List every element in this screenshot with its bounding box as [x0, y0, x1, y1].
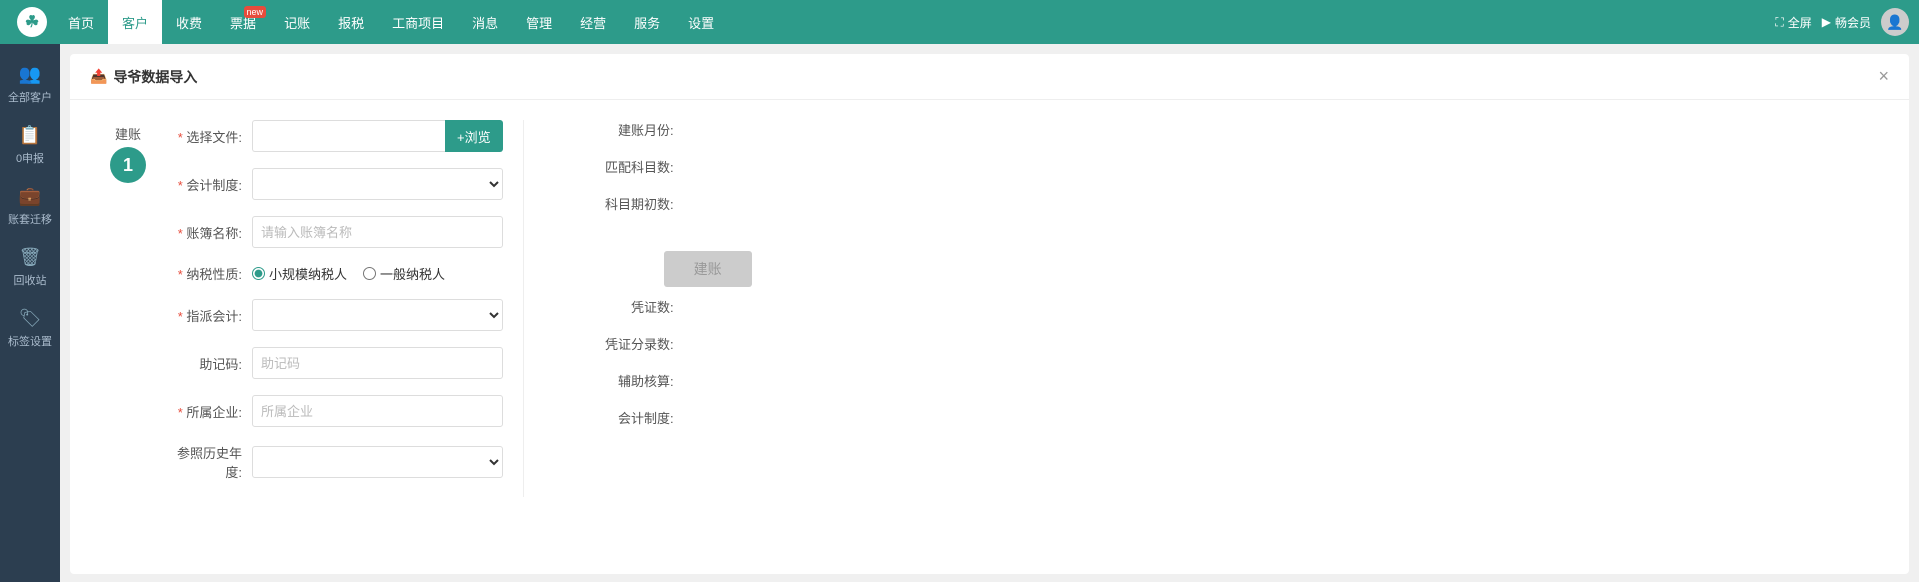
divider: [523, 120, 524, 497]
form-row-accountant: * 指派会计:: [162, 299, 503, 331]
recycle-icon: 🗑: [19, 247, 42, 268]
nav-item-tax[interactable]: 报税: [324, 0, 378, 44]
vip-icon: ▶: [1822, 15, 1831, 29]
sidebar-item-tags[interactable]: 🏷 标签设置: [0, 298, 60, 359]
jianzhang-button[interactable]: 建账: [664, 251, 752, 287]
reference-year-select[interactable]: [252, 446, 503, 478]
info-row-auxiliary: 辅助核算:: [584, 371, 1869, 390]
panel-header: 📤 导爷数据导入 ×: [70, 54, 1909, 100]
form-row-file: * 选择文件: +浏览: [162, 120, 503, 152]
form-rows: * 选择文件: +浏览 * 会计制度:: [162, 120, 503, 497]
nav-item-manage[interactable]: 管理: [512, 0, 566, 44]
form-row-tax: * 纳税性质: 小规模纳税人 一般纳税人: [162, 264, 503, 283]
step-label: 建账: [115, 124, 141, 143]
label-tax: * 纳税性质:: [162, 264, 242, 283]
nav-item-service[interactable]: 服务: [620, 0, 674, 44]
nav-item-invoice[interactable]: 票据 new: [216, 0, 270, 44]
fullscreen-btn[interactable]: ⛶ 全屏: [1775, 14, 1811, 31]
avatar[interactable]: 👤: [1881, 8, 1909, 36]
label-ledger: * 账簿名称:: [162, 223, 242, 242]
migration-icon: 💼: [19, 186, 41, 207]
form-row-company: * 所属企业:: [162, 395, 503, 427]
info-label-system2: 会计制度:: [584, 408, 674, 427]
nav-item-business[interactable]: 工商项目: [378, 0, 458, 44]
radio-small-scale[interactable]: 小规模纳税人: [252, 264, 347, 283]
label-company: * 所属企业:: [162, 402, 242, 421]
browse-button[interactable]: +浏览: [445, 120, 503, 152]
info-label-match: 匹配科目数:: [584, 157, 674, 176]
info-label-initial: 科目期初数:: [584, 194, 674, 213]
nav-item-message[interactable]: 消息: [458, 0, 512, 44]
form-row-year: 参照历史年度:: [162, 443, 503, 481]
info-label-entries: 凭证分录数:: [584, 334, 674, 353]
file-input[interactable]: [252, 120, 445, 152]
declaration-icon: 📋: [19, 125, 41, 146]
nav-item-bookkeeping[interactable]: 记账: [270, 0, 324, 44]
info-label-voucher: 凭证数:: [584, 297, 674, 316]
sidebar-item-recycle[interactable]: 🗑 回收站: [0, 237, 60, 298]
customers-icon: 👥: [19, 64, 41, 85]
nav-item-settings[interactable]: 设置: [674, 0, 728, 44]
info-label-month: 建账月份:: [584, 120, 674, 139]
nav-item-operation[interactable]: 经营: [566, 0, 620, 44]
ledger-name-input[interactable]: [252, 216, 503, 248]
top-nav: ☘ 首页 客户 收费 票据 new 记账 报税 工商项目 消息 管理 经营 服务…: [0, 0, 1919, 44]
import-icon: 📤: [90, 68, 107, 85]
company-input[interactable]: [252, 395, 503, 427]
tax-radio-group: 小规模纳税人 一般纳税人: [252, 264, 503, 283]
label-accountant: * 指派会计:: [162, 306, 242, 325]
label-accounting-system: * 会计制度:: [162, 175, 242, 194]
fullscreen-icon: ⛶: [1775, 15, 1783, 30]
nav-item-customer[interactable]: 客户: [108, 0, 162, 44]
logo-icon: ☘: [17, 7, 47, 37]
nav-item-home[interactable]: 首页: [54, 0, 108, 44]
info-label-auxiliary: 辅助核算:: [584, 371, 674, 390]
label-year: 参照历史年度:: [162, 443, 242, 481]
badge-new: new: [244, 6, 267, 18]
info-row-match: 匹配科目数:: [584, 157, 1869, 176]
info-row-system2: 会计制度:: [584, 408, 1869, 427]
panel: 📤 导爷数据导入 × 建账 1: [70, 54, 1909, 574]
form-row-ledger: * 账簿名称:: [162, 216, 503, 248]
panel-title: 📤 导爷数据导入: [90, 67, 197, 87]
sidebar-item-declaration[interactable]: 📋 0申报: [0, 115, 60, 176]
info-row-initial: 科目期初数:: [584, 194, 1869, 213]
sidebar-item-all-customers[interactable]: 👥 全部客户: [0, 54, 60, 115]
tags-icon: 🏷: [19, 308, 42, 329]
sidebar: 👥 全部客户 📋 0申报 💼 账套迁移 🗑 回收站 🏷 标签设置: [0, 44, 60, 582]
nav-right: ⛶ 全屏 ▶ 畅会员 👤: [1775, 8, 1909, 36]
layout: 👥 全部客户 📋 0申报 💼 账套迁移 🗑 回收站 🏷 标签设置 📤 导爷: [0, 44, 1919, 582]
logo-area[interactable]: ☘: [10, 0, 54, 44]
file-input-group: +浏览: [252, 120, 503, 152]
sidebar-item-migration[interactable]: 💼 账套迁移: [0, 176, 60, 237]
radio-small-scale-input[interactable]: [252, 267, 265, 280]
memo-code-input[interactable]: [252, 347, 503, 379]
form-row-memo: 助记码:: [162, 347, 503, 379]
label-memo: 助记码:: [162, 354, 242, 373]
radio-general-input[interactable]: [363, 267, 376, 280]
info-row-entries: 凭证分录数:: [584, 334, 1869, 353]
radio-general[interactable]: 一般纳税人: [363, 264, 445, 283]
panel-body: 建账 1 * 选择文件:: [70, 100, 1909, 517]
form-row-accounting-system: * 会计制度:: [162, 168, 503, 200]
vip-btn[interactable]: ▶ 畅会员: [1822, 14, 1871, 31]
label-file: * 选择文件:: [162, 127, 242, 146]
nav-item-fees[interactable]: 收费: [162, 0, 216, 44]
info-row-month: 建账月份:: [584, 120, 1869, 139]
jianzhang-btn-area: 建账: [584, 231, 1869, 287]
accounting-system-select[interactable]: [252, 168, 503, 200]
info-section: 建账月份: 匹配科目数: 科目期初数: 建账: [544, 120, 1869, 497]
close-button[interactable]: ×: [1878, 66, 1889, 87]
accountant-select[interactable]: [252, 299, 503, 331]
info-row-voucher: 凭证数:: [584, 297, 1869, 316]
main-content: 📤 导爷数据导入 × 建账 1: [60, 44, 1919, 582]
step-circle: 1: [110, 147, 146, 183]
